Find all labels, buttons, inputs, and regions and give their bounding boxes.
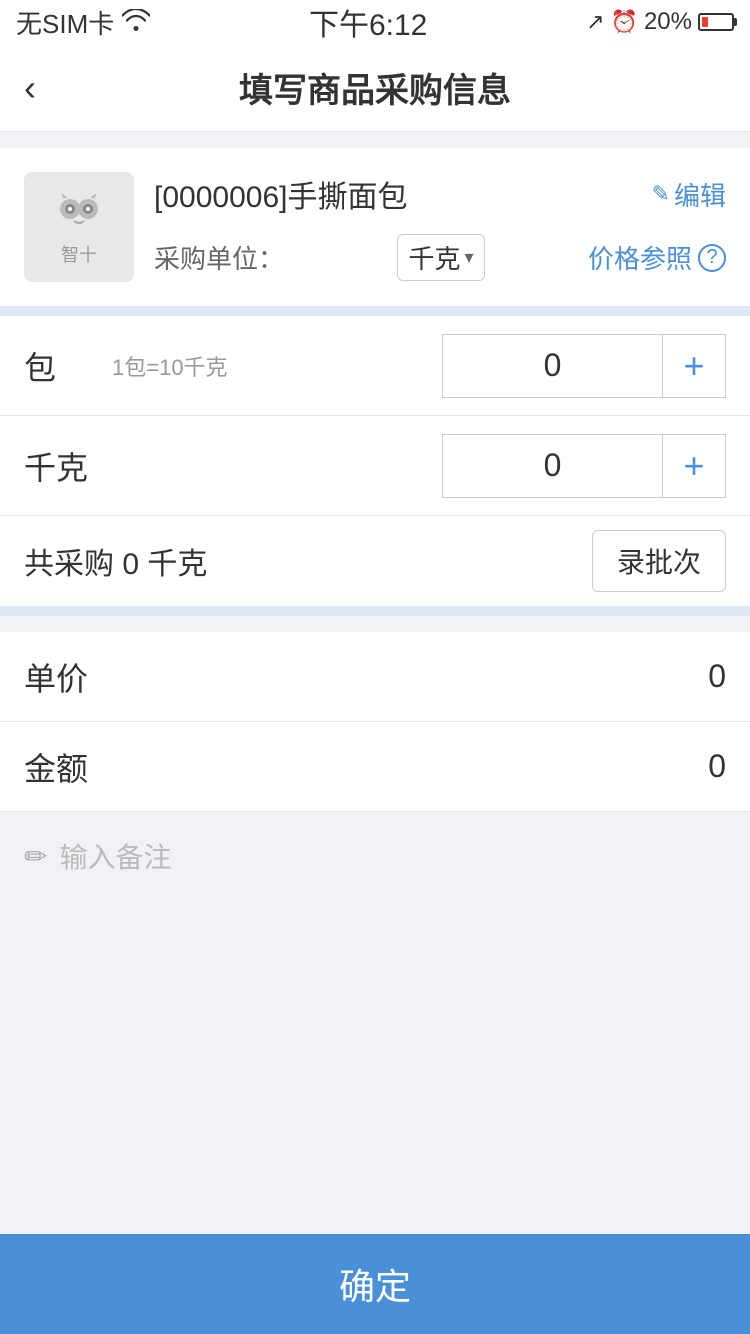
price-ref-button[interactable]: 价格参照 ? xyxy=(588,239,726,276)
unit-label: 采购单位： xyxy=(154,239,284,276)
kg-input-row: 千克 + xyxy=(0,416,750,516)
product-image: 智十 xyxy=(24,172,134,282)
amount-row: 金额 0 xyxy=(0,722,750,812)
pencil-icon: ✏ xyxy=(24,840,47,873)
bag-input-control: + xyxy=(442,334,726,398)
nav-bar: ‹ 填写商品采购信息 xyxy=(0,44,750,132)
price-ref-help-icon: ? xyxy=(698,244,726,272)
product-name: [0000006]手撕面包 xyxy=(154,172,407,216)
section-divider-1 xyxy=(0,306,750,316)
price-section: 单价 0 金额 0 xyxy=(0,632,750,812)
alarm-icon: ⏰ xyxy=(611,9,638,35)
page-title: 填写商品采购信息 xyxy=(239,63,511,112)
unit-price-row: 单价 0 xyxy=(0,632,750,722)
battery-icon xyxy=(698,13,734,31)
location-icon: ↗ xyxy=(586,9,604,35)
summary-text: 共采购 0 千克 xyxy=(24,539,207,583)
status-bar: 无SIM卡 下午6:12 ↗ ⏰ 20% xyxy=(0,0,750,44)
bag-label: 包 xyxy=(24,343,104,389)
note-placeholder: 输入备注 xyxy=(59,836,171,876)
battery-percent: 20% xyxy=(644,8,692,36)
batch-button[interactable]: 录批次 xyxy=(592,530,726,592)
amount-label: 金额 xyxy=(24,744,88,790)
confirm-button[interactable]: 确定 xyxy=(339,1258,411,1310)
note-section[interactable]: ✏ 输入备注 xyxy=(0,812,750,900)
amount-value: 0 xyxy=(708,748,726,785)
edit-button[interactable]: ✎ 编辑 xyxy=(652,176,726,213)
carrier-label: 无SIM卡 xyxy=(16,4,114,41)
product-info: [0000006]手撕面包 ✎ 编辑 采购单位： 千克 ▾ 价格参照 ? xyxy=(154,172,726,281)
quantity-section: 包 1包=10千克 + 千克 + xyxy=(0,316,750,516)
section-divider-2 xyxy=(0,606,750,616)
back-button[interactable]: ‹ xyxy=(24,67,36,109)
bag-plus-button[interactable]: + xyxy=(662,334,726,398)
kg-input-control: + xyxy=(442,434,726,498)
kg-label: 千克 xyxy=(24,443,104,489)
bag-input[interactable] xyxy=(442,334,662,398)
bag-input-row: 包 1包=10千克 + xyxy=(0,316,750,416)
unit-price-value: 0 xyxy=(708,658,726,695)
status-time: 下午6:12 xyxy=(309,0,427,44)
confirm-bar[interactable]: 确定 xyxy=(0,1234,750,1334)
unit-select[interactable]: 千克 ▾ xyxy=(397,234,484,281)
bag-sub-label: 1包=10千克 xyxy=(112,350,442,382)
kg-input[interactable] xyxy=(442,434,662,498)
kg-plus-button[interactable]: + xyxy=(662,434,726,498)
unit-price-label: 单价 xyxy=(24,654,88,700)
wifi-icon xyxy=(122,7,150,38)
status-left: 无SIM卡 xyxy=(16,4,150,41)
product-card: 智十 [0000006]手撕面包 ✎ 编辑 采购单位： 千克 ▾ xyxy=(0,148,750,306)
summary-row: 共采购 0 千克 录批次 xyxy=(0,516,750,606)
status-right: ↗ ⏰ 20% xyxy=(586,8,734,36)
